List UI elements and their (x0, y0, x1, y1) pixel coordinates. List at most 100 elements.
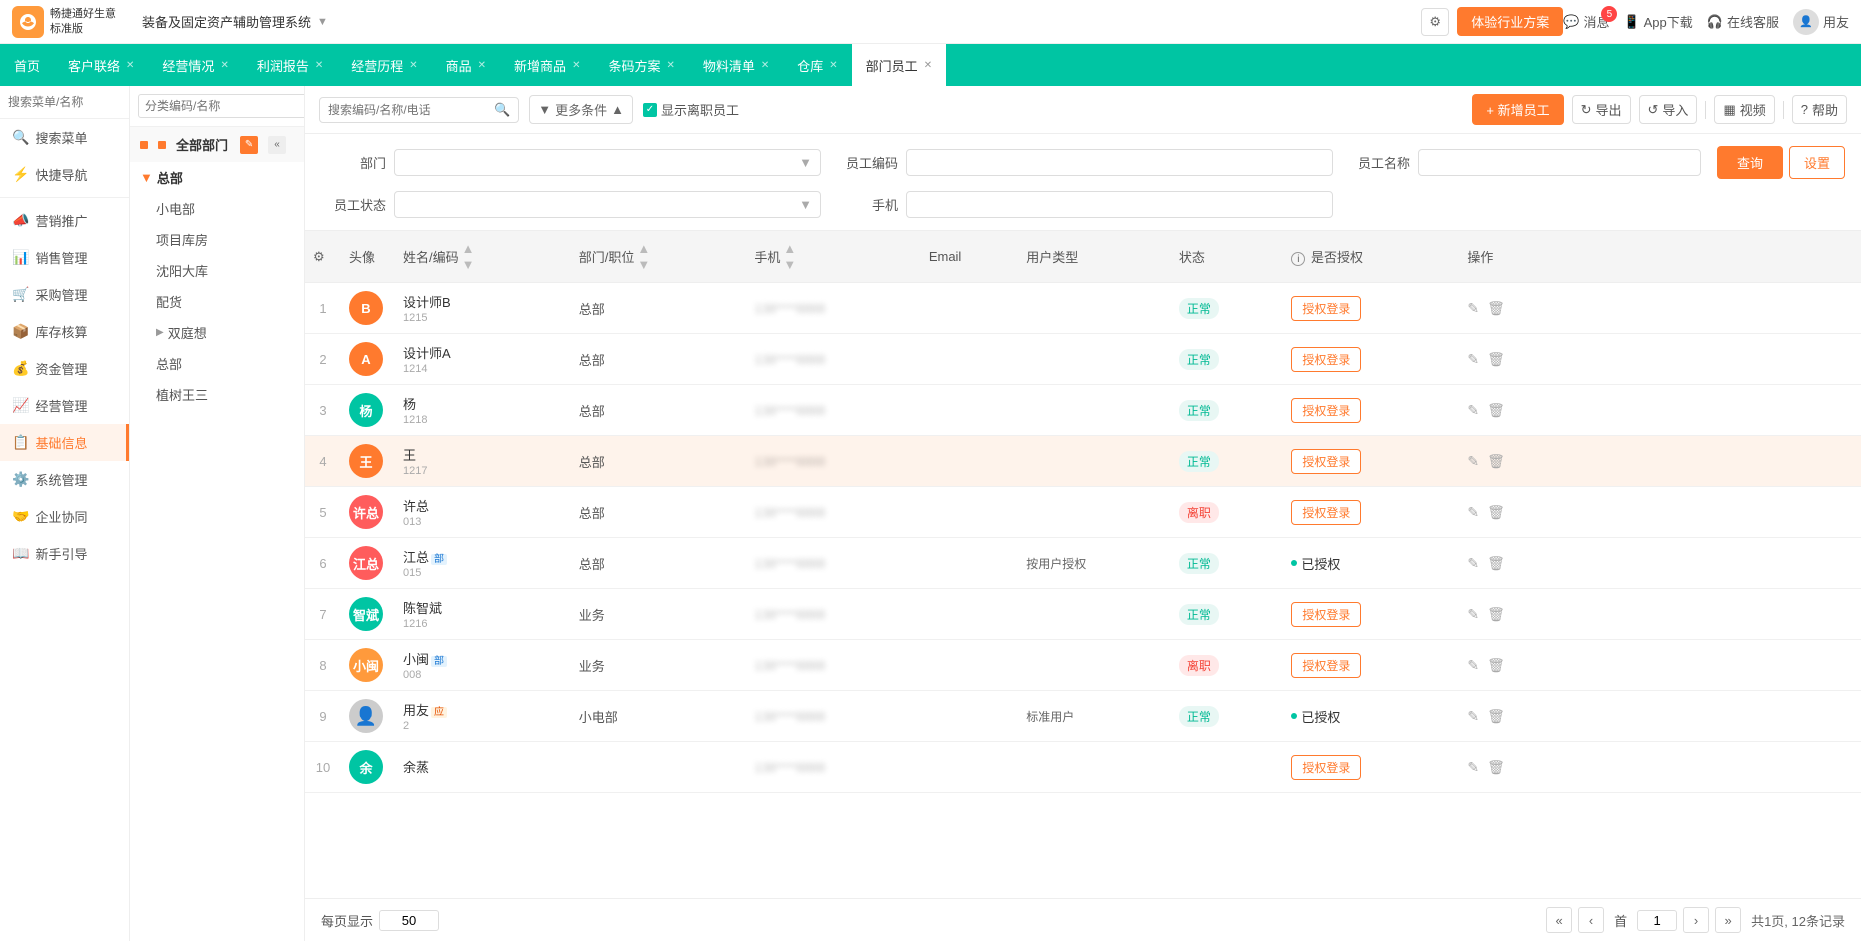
auth-login-button[interactable]: 授权登录 (1291, 755, 1361, 780)
sidebar-item-system[interactable]: ⚙️ 系统管理 (0, 461, 129, 498)
query-button[interactable]: 查询 (1717, 146, 1783, 179)
edit-icon[interactable]: ✎ (1467, 300, 1479, 317)
close-icon[interactable]: ✕ (478, 60, 486, 71)
close-icon[interactable]: ✕ (572, 60, 580, 71)
last-page-button[interactable]: » (1715, 907, 1741, 933)
dept-search-input[interactable] (138, 94, 305, 118)
sidebar-item-search[interactable]: 🔍 搜索菜单 (0, 119, 129, 156)
auth-login-button[interactable]: 授权登录 (1291, 398, 1361, 423)
auth-login-button[interactable]: 授权登录 (1291, 347, 1361, 372)
phone-filter-input[interactable] (906, 191, 1333, 218)
prev-page-button[interactable]: ‹ (1578, 907, 1604, 933)
view-button[interactable]: ▦ 视频 (1714, 95, 1774, 124)
sidebar-item-finance[interactable]: 💰 资金管理 (0, 350, 129, 387)
tab-add-goods[interactable]: 新增商品 ✕ (500, 44, 594, 86)
sidebar-item-operation[interactable]: 📈 经营管理 (0, 387, 129, 424)
close-icon[interactable]: ✕ (409, 60, 417, 71)
import-button[interactable]: ↺ 导入 (1639, 95, 1698, 124)
add-employee-button[interactable]: + 新增员工 (1472, 94, 1563, 125)
tab-home[interactable]: 首页 (0, 44, 54, 86)
close-icon[interactable]: ✕ (666, 60, 674, 71)
delete-icon[interactable]: 🗑 (1487, 555, 1505, 572)
employee-search-input[interactable] (328, 103, 488, 117)
tab-customer[interactable]: 客户联络 ✕ (54, 44, 148, 86)
delete-icon[interactable]: 🗑 (1487, 453, 1505, 470)
delete-icon[interactable]: 🗑 (1487, 759, 1505, 776)
tab-operation[interactable]: 经营情况 ✕ (148, 44, 242, 86)
delete-icon[interactable]: 🗑 (1487, 504, 1505, 521)
dept-edit-icon[interactable]: ✎ (240, 136, 258, 154)
next-page-button[interactable]: › (1683, 907, 1709, 933)
tab-employee[interactable]: 部门员工 ✕ (852, 44, 946, 86)
delete-icon[interactable]: 🗑 (1487, 606, 1505, 623)
app-download-button[interactable]: 📱 App下载 (1623, 12, 1692, 31)
delete-icon[interactable]: 🗑 (1487, 351, 1505, 368)
edit-icon[interactable]: ✎ (1467, 657, 1479, 674)
tab-bom[interactable]: 物料清单 ✕ (689, 44, 783, 86)
tab-goods[interactable]: 商品 ✕ (432, 44, 500, 86)
dept-tree-group-general[interactable]: ▼ 总部 (130, 162, 304, 193)
online-service-button[interactable]: 🎧 在线客服 (1707, 12, 1779, 31)
status-filter-select[interactable]: ▼ (394, 191, 821, 218)
dept-tree-item-xiaodibu[interactable]: 小电部 (130, 193, 304, 224)
dept-tree-item-shenyang[interactable]: 沈阳大库 (130, 255, 304, 286)
tab-warehouse[interactable]: 仓库 ✕ (783, 44, 851, 86)
page-size-input[interactable] (379, 910, 439, 931)
close-icon[interactable]: ✕ (220, 60, 228, 71)
edit-icon[interactable]: ✎ (1467, 504, 1479, 521)
close-icon[interactable]: ✕ (126, 60, 134, 71)
tab-history[interactable]: 经营历程 ✕ (337, 44, 431, 86)
sidebar-item-purchase[interactable]: 🛒 采购管理 (0, 276, 129, 313)
first-page-button[interactable]: « (1546, 907, 1572, 933)
dept-filter-select[interactable]: ▼ (394, 149, 821, 176)
close-icon[interactable]: ✕ (761, 60, 769, 71)
delete-icon[interactable]: 🗑 (1487, 300, 1505, 317)
table-settings-icon[interactable]: ⚙ (313, 249, 325, 264)
sidebar-item-guide[interactable]: 📖 新手引导 (0, 535, 129, 572)
tab-barcode[interactable]: 条码方案 ✕ (594, 44, 688, 86)
show-inactive-checkbox[interactable]: ✓ 显示离职员工 (643, 100, 739, 119)
close-icon[interactable]: ✕ (829, 60, 837, 71)
sidebar-item-marketing[interactable]: 📣 营销推广 (0, 202, 129, 239)
sidebar-item-inventory[interactable]: 📦 库存核算 (0, 313, 129, 350)
delete-icon[interactable]: 🗑 (1487, 708, 1505, 725)
help-button[interactable]: ? 帮助 (1792, 95, 1847, 124)
empcode-filter-input[interactable] (906, 149, 1333, 176)
filter-setting-button[interactable]: 设置 (1789, 146, 1845, 179)
sidebar-item-sales[interactable]: 📊 销售管理 (0, 239, 129, 276)
edit-icon[interactable]: ✎ (1467, 402, 1479, 419)
auth-login-button[interactable]: 授权登录 (1291, 500, 1361, 525)
edit-icon[interactable]: ✎ (1467, 606, 1479, 623)
delete-icon[interactable]: 🗑 (1487, 402, 1505, 419)
tab-profit[interactable]: 利润报告 ✕ (243, 44, 337, 86)
auth-login-button[interactable]: 授权登录 (1291, 653, 1361, 678)
auth-login-button[interactable]: 授权登录 (1291, 449, 1361, 474)
edit-icon[interactable]: ✎ (1467, 555, 1479, 572)
more-filter-button[interactable]: ▼ 更多条件 ▲ (529, 95, 633, 124)
trial-button[interactable]: 体验行业方案 (1457, 7, 1563, 36)
dept-tree-item-distribution[interactable]: 配货 (130, 286, 304, 317)
delete-icon[interactable]: 🗑 (1487, 657, 1505, 674)
edit-icon[interactable]: ✎ (1467, 708, 1479, 725)
dept-tree-item-project[interactable]: 项目库房 (130, 224, 304, 255)
dept-tree-item-zhishu[interactable]: 植树王三 (130, 379, 304, 410)
sidebar-search-input[interactable] (8, 95, 130, 109)
dept-tree-item-general2[interactable]: 总部 (130, 348, 304, 379)
export-button[interactable]: ↻ 导出 (1572, 95, 1631, 124)
sidebar-item-collab[interactable]: 🤝 企业协同 (0, 498, 129, 535)
close-icon[interactable]: ✕ (315, 60, 323, 71)
notification-button[interactable]: 💬 消息 5 (1563, 12, 1609, 31)
sidebar-item-basicinfo[interactable]: 📋 基础信息 (0, 424, 129, 461)
auth-login-button[interactable]: 授权登录 (1291, 296, 1361, 321)
auth-login-button[interactable]: 授权登录 (1291, 602, 1361, 627)
sidebar-item-quicknav[interactable]: ⚡ 快捷导航 (0, 156, 129, 193)
user-menu[interactable]: 👤 用友 (1793, 9, 1849, 35)
edit-icon[interactable]: ✎ (1467, 759, 1479, 776)
close-icon[interactable]: ✕ (924, 60, 932, 71)
page-number-input[interactable] (1637, 910, 1677, 931)
edit-icon[interactable]: ✎ (1467, 453, 1479, 470)
dept-tree-item-shuangting[interactable]: ▶ 双庭想 (130, 317, 304, 348)
empname-filter-input[interactable] (1418, 149, 1701, 176)
settings-button[interactable]: ⚙ (1421, 8, 1449, 36)
dept-collapse-icon[interactable]: « (268, 136, 286, 154)
